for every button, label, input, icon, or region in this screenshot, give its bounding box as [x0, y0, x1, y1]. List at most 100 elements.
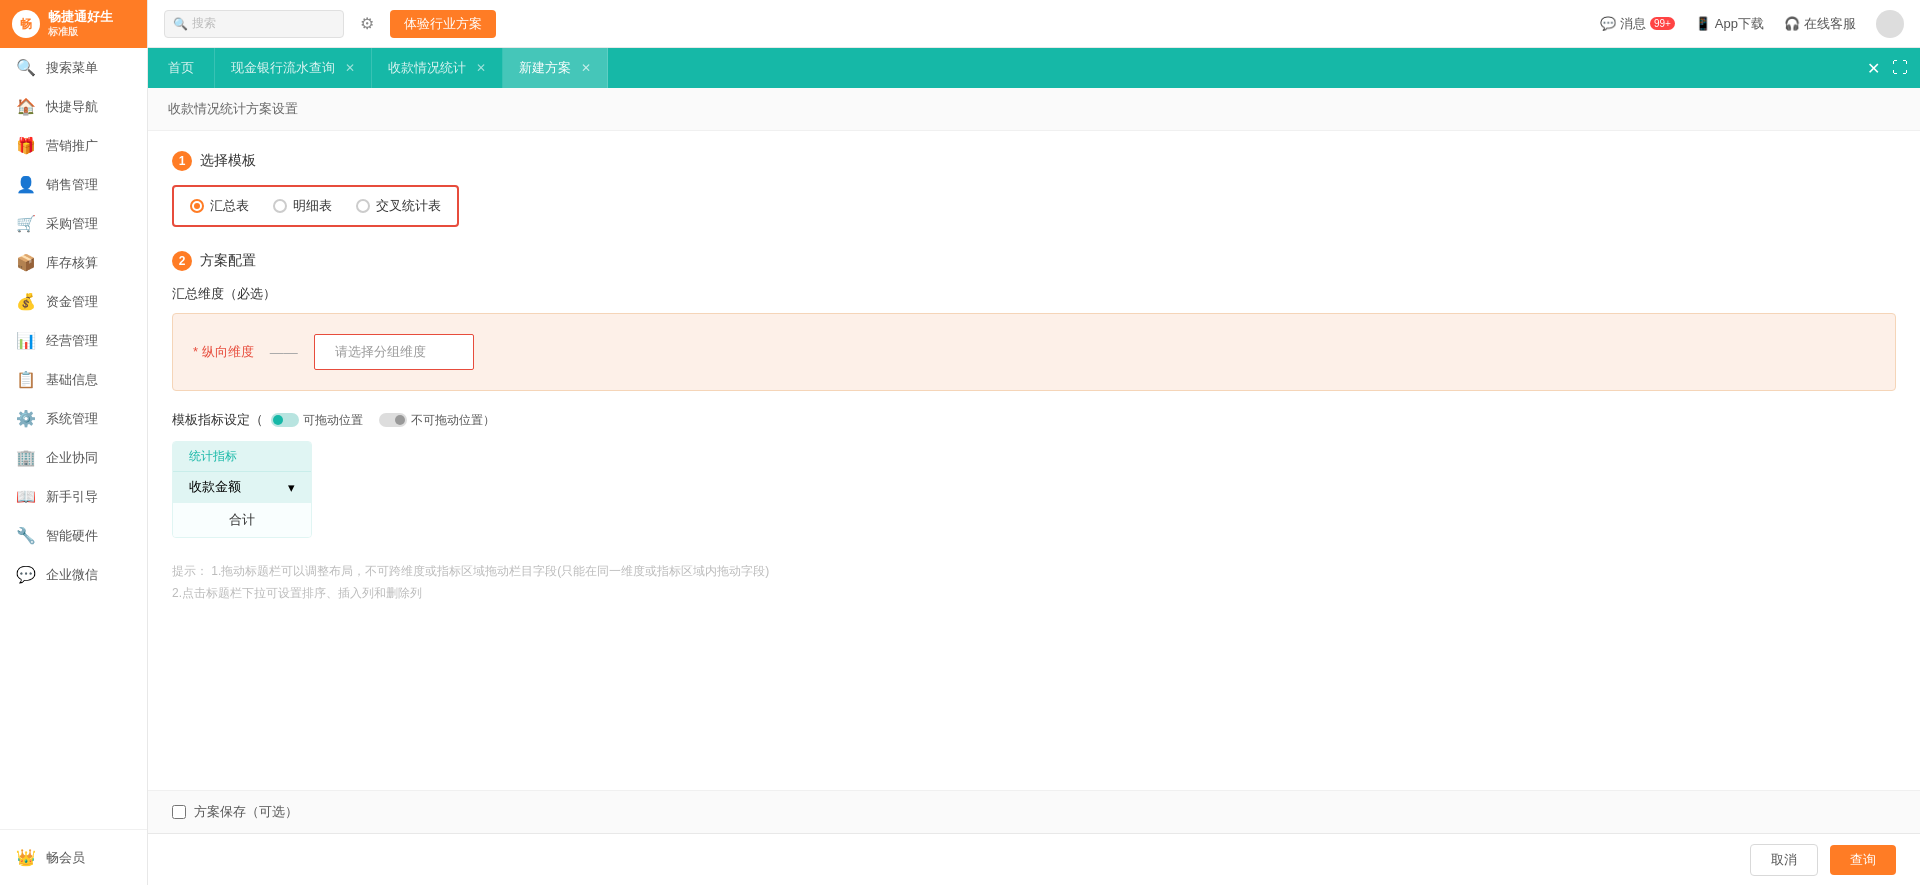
logo-text: 畅捷通好生 标准版 [48, 9, 113, 39]
radio-detail[interactable] [273, 199, 287, 213]
sidebar-item-hardware[interactable]: 🔧 智能硬件 [0, 516, 147, 555]
message-button[interactable]: 💬 消息 99+ [1600, 15, 1675, 33]
metrics-label-row: 模板指标设定（ 可拖动位置 不可拖动位置） [172, 411, 1896, 429]
page-title: 收款情况统计方案设置 [168, 101, 298, 116]
template-options: 汇总表 明细表 交叉统计表 [172, 185, 459, 227]
sidebar-item-basic-info[interactable]: 📋 基础信息 [0, 360, 147, 399]
tab-close-icon[interactable]: ✕ [1867, 59, 1880, 78]
dimension-selector[interactable]: 请选择分组维度 [314, 334, 474, 370]
tab-new-plan[interactable]: 新建方案 ✕ [503, 48, 608, 88]
dimension-row: * 纵向维度 —— 请选择分组维度 [193, 334, 1875, 370]
operations-icon: 📊 [16, 331, 36, 350]
finance-icon: 💰 [16, 292, 36, 311]
topbar-right: 💬 消息 99+ 📱 App下载 🎧 在线客服 [1600, 10, 1904, 38]
toggle-non-draggable: 不可拖动位置） [379, 412, 495, 429]
step2-num: 2 [172, 251, 192, 271]
tips-text: 提示： 1.拖动标题栏可以调整布局，不可跨维度或指标区域拖动栏目字段(只能在同一… [172, 561, 1896, 604]
download-icon: 📱 [1695, 16, 1711, 31]
tab-bar: 首页 现金银行流水查询 ✕ 收款情况统计 ✕ 新建方案 ✕ ✕ ⛶ [148, 48, 1920, 88]
enterprise-icon: 🏢 [16, 448, 36, 467]
purchase-icon: 🛒 [16, 214, 36, 233]
toggle-draggable: 可拖动位置 [271, 412, 363, 429]
metrics-dropdown-row[interactable]: 收款金额 ▾ [173, 471, 311, 502]
wechat-icon: 💬 [16, 565, 36, 584]
content-area: 收款情况统计方案设置 1 选择模板 汇总表 [148, 88, 1920, 833]
radio-cross[interactable] [356, 199, 370, 213]
metrics-total-cell: 合计 [173, 502, 311, 537]
step1-section: 1 选择模板 汇总表 明细表 [172, 151, 1896, 227]
page-body: 1 选择模板 汇总表 明细表 [148, 131, 1920, 790]
page-footer: 方案保存（可选） [148, 790, 1920, 833]
sidebar-item-search-menu[interactable]: 🔍 搜索菜单 [0, 48, 147, 87]
save-plan-label: 方案保存（可选） [194, 803, 298, 821]
page: 收款情况统计方案设置 1 选择模板 汇总表 [148, 88, 1920, 833]
inventory-icon: 📦 [16, 253, 36, 272]
sidebar-item-marketing[interactable]: 🎁 营销推广 [0, 126, 147, 165]
dimension-area: * 纵向维度 —— 请选择分组维度 [172, 313, 1896, 391]
sidebar-bottom: 👑 畅会员 [0, 829, 147, 885]
metrics-header: 统计指标 [173, 442, 311, 471]
query-button[interactable]: 查询 [1830, 845, 1896, 875]
sidebar-item-system[interactable]: ⚙️ 系统管理 [0, 399, 147, 438]
sidebar-item-enterprise[interactable]: 🏢 企业协同 [0, 438, 147, 477]
step2-label: 2 方案配置 [172, 251, 1896, 271]
quick-nav-icon: 🏠 [16, 97, 36, 116]
basic-info-icon: 📋 [16, 370, 36, 389]
sidebar: 畅 畅捷通好生 标准版 🔍 搜索菜单 🏠 快捷导航 🎁 营销推广 👤 销售管理 … [0, 0, 148, 885]
trial-button[interactable]: 体验行业方案 [390, 10, 496, 38]
settings-gear-icon[interactable]: ⚙ [360, 14, 374, 33]
vertical-dimension-label: * 纵向维度 [193, 343, 254, 361]
draggable-toggle[interactable] [271, 413, 299, 427]
step2-section: 2 方案配置 汇总维度（必选） * 纵向维度 —— 请选择分组维度 [172, 251, 1896, 604]
template-option-detail[interactable]: 明细表 [273, 197, 332, 215]
member-icon: 👑 [16, 848, 36, 867]
sidebar-item-operations[interactable]: 📊 经营管理 [0, 321, 147, 360]
search-icon: 🔍 [173, 17, 188, 31]
radio-summary[interactable] [190, 199, 204, 213]
sidebar-item-member[interactable]: 👑 畅会员 [0, 838, 147, 877]
marketing-icon: 🎁 [16, 136, 36, 155]
tab-bank-flow[interactable]: 现金银行流水查询 ✕ [215, 48, 372, 88]
dimension-arrow: —— [270, 344, 298, 360]
main-area: 🔍 搜索 ⚙ 体验行业方案 💬 消息 99+ 📱 App下载 🎧 在线客服 首页 [148, 0, 1920, 885]
dimension-section-label: 汇总维度（必选） [172, 285, 1896, 303]
sidebar-item-inventory[interactable]: 📦 库存核算 [0, 243, 147, 282]
tab-receipts-stat[interactable]: 收款情况统计 ✕ [372, 48, 503, 88]
tab-close-bank-flow[interactable]: ✕ [345, 61, 355, 75]
sidebar-item-finance[interactable]: 💰 资金管理 [0, 282, 147, 321]
user-avatar[interactable] [1876, 10, 1904, 38]
guide-icon: 📖 [16, 487, 36, 506]
sidebar-logo: 畅 畅捷通好生 标准版 [0, 0, 147, 48]
page-header: 收款情况统计方案设置 [148, 88, 1920, 131]
bottom-bar: 取消 查询 [148, 833, 1920, 885]
hardware-icon: 🔧 [16, 526, 36, 545]
system-icon: ⚙️ [16, 409, 36, 428]
logo-icon: 畅 [12, 10, 40, 38]
cancel-button[interactable]: 取消 [1750, 844, 1818, 876]
tab-home[interactable]: 首页 [148, 48, 215, 88]
sidebar-item-wechat[interactable]: 💬 企业微信 [0, 555, 147, 594]
tabs-actions: ✕ ⛶ [1855, 59, 1920, 78]
sidebar-item-purchase[interactable]: 🛒 采购管理 [0, 204, 147, 243]
sales-icon: 👤 [16, 175, 36, 194]
sidebar-item-guide[interactable]: 📖 新手引导 [0, 477, 147, 516]
tab-close-receipts-stat[interactable]: ✕ [476, 61, 486, 75]
support-button[interactable]: 🎧 在线客服 [1784, 15, 1856, 33]
sidebar-item-sales[interactable]: 👤 销售管理 [0, 165, 147, 204]
template-option-cross[interactable]: 交叉统计表 [356, 197, 441, 215]
search-box[interactable]: 🔍 搜索 [164, 10, 344, 38]
step1-num: 1 [172, 151, 192, 171]
tab-maximize-icon[interactable]: ⛶ [1892, 59, 1908, 77]
save-plan-checkbox[interactable] [172, 805, 186, 819]
template-option-summary[interactable]: 汇总表 [190, 197, 249, 215]
app-download-button[interactable]: 📱 App下载 [1695, 15, 1764, 33]
step1-title: 选择模板 [200, 152, 256, 170]
non-draggable-toggle[interactable] [379, 413, 407, 427]
message-icon: 💬 [1600, 16, 1616, 31]
sidebar-item-quick-nav[interactable]: 🏠 快捷导航 [0, 87, 147, 126]
support-icon: 🎧 [1784, 16, 1800, 31]
tab-close-new-plan[interactable]: ✕ [581, 61, 591, 75]
step2-title: 方案配置 [200, 252, 256, 270]
step1-label: 1 选择模板 [172, 151, 1896, 171]
search-menu-icon: 🔍 [16, 58, 36, 77]
